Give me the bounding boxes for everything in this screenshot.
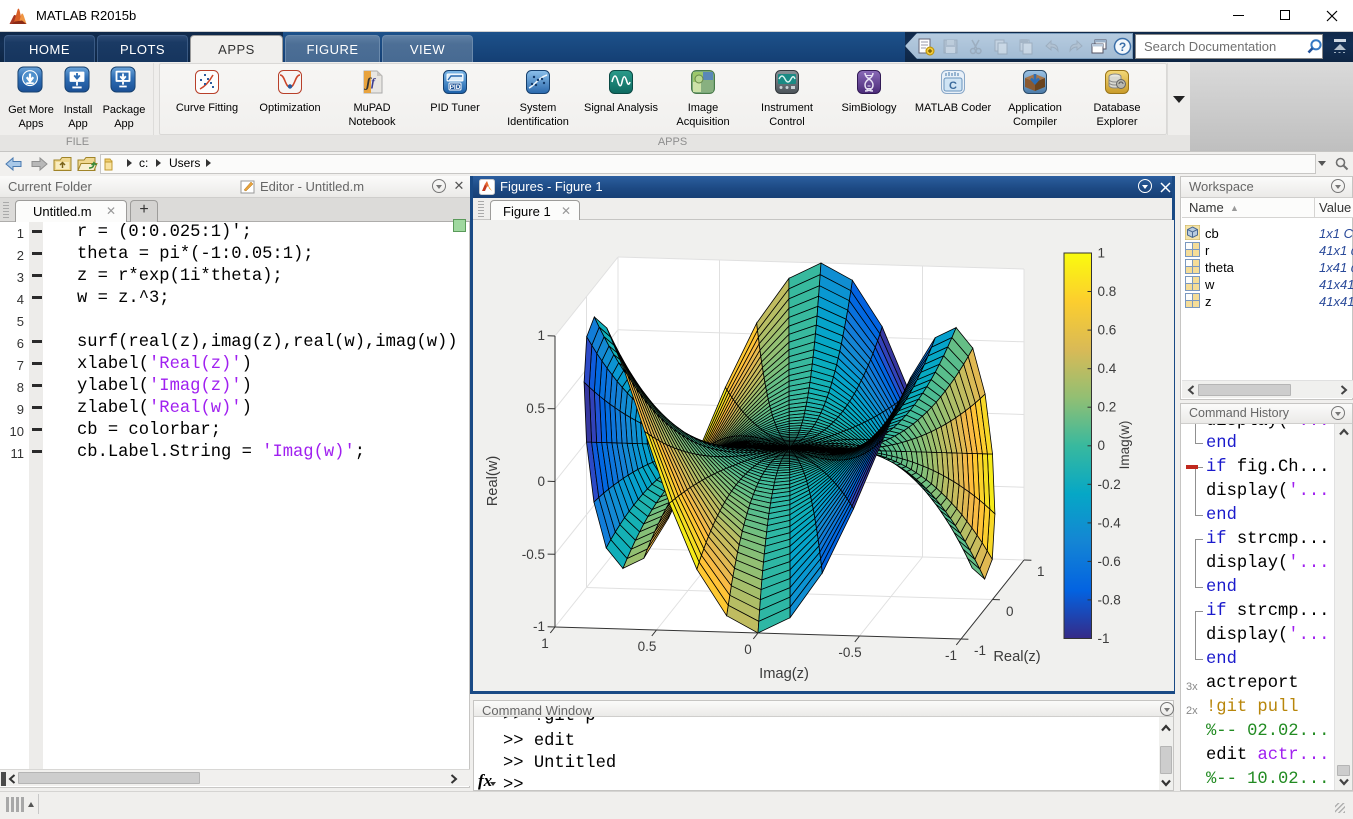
svg-text:1: 1 [1037, 564, 1045, 579]
svg-text:0: 0 [1006, 604, 1014, 619]
svg-text:-1: -1 [945, 648, 957, 663]
svg-text:0.6: 0.6 [1098, 323, 1117, 338]
svg-text:Real(w): Real(w) [485, 456, 501, 507]
svg-text:-1: -1 [974, 643, 986, 658]
svg-text:0.5: 0.5 [526, 401, 545, 416]
svg-text:-0.5: -0.5 [522, 547, 545, 562]
svg-text:1: 1 [537, 328, 545, 343]
svg-text:0.8: 0.8 [1098, 284, 1117, 299]
svg-text:PID: PID [450, 84, 461, 91]
svg-text:0.5: 0.5 [638, 639, 657, 654]
svg-text:-0.5: -0.5 [838, 645, 861, 660]
svg-text:Real(z): Real(z) [993, 649, 1040, 665]
svg-text:-1: -1 [1098, 631, 1110, 646]
svg-text:1: 1 [541, 636, 549, 651]
svg-text:0.2: 0.2 [1098, 400, 1117, 415]
svg-text:?: ? [1119, 40, 1126, 54]
svg-text:1: 1 [1098, 246, 1106, 261]
svg-text:0: 0 [1098, 438, 1106, 453]
svg-text:0.4: 0.4 [1098, 361, 1117, 376]
svg-text:Imag(z): Imag(z) [759, 666, 809, 682]
svg-text:-0.4: -0.4 [1098, 515, 1122, 530]
svg-text:0: 0 [744, 642, 752, 657]
svg-text:C: C [949, 80, 957, 92]
svg-text:-0.2: -0.2 [1098, 477, 1121, 492]
svg-text:-0.6: -0.6 [1098, 554, 1121, 569]
svg-text:0: 0 [537, 474, 545, 489]
svg-text:Imag(w): Imag(w) [1117, 421, 1132, 470]
svg-text:-1: -1 [533, 619, 545, 634]
svg-text:-0.8: -0.8 [1098, 592, 1121, 607]
